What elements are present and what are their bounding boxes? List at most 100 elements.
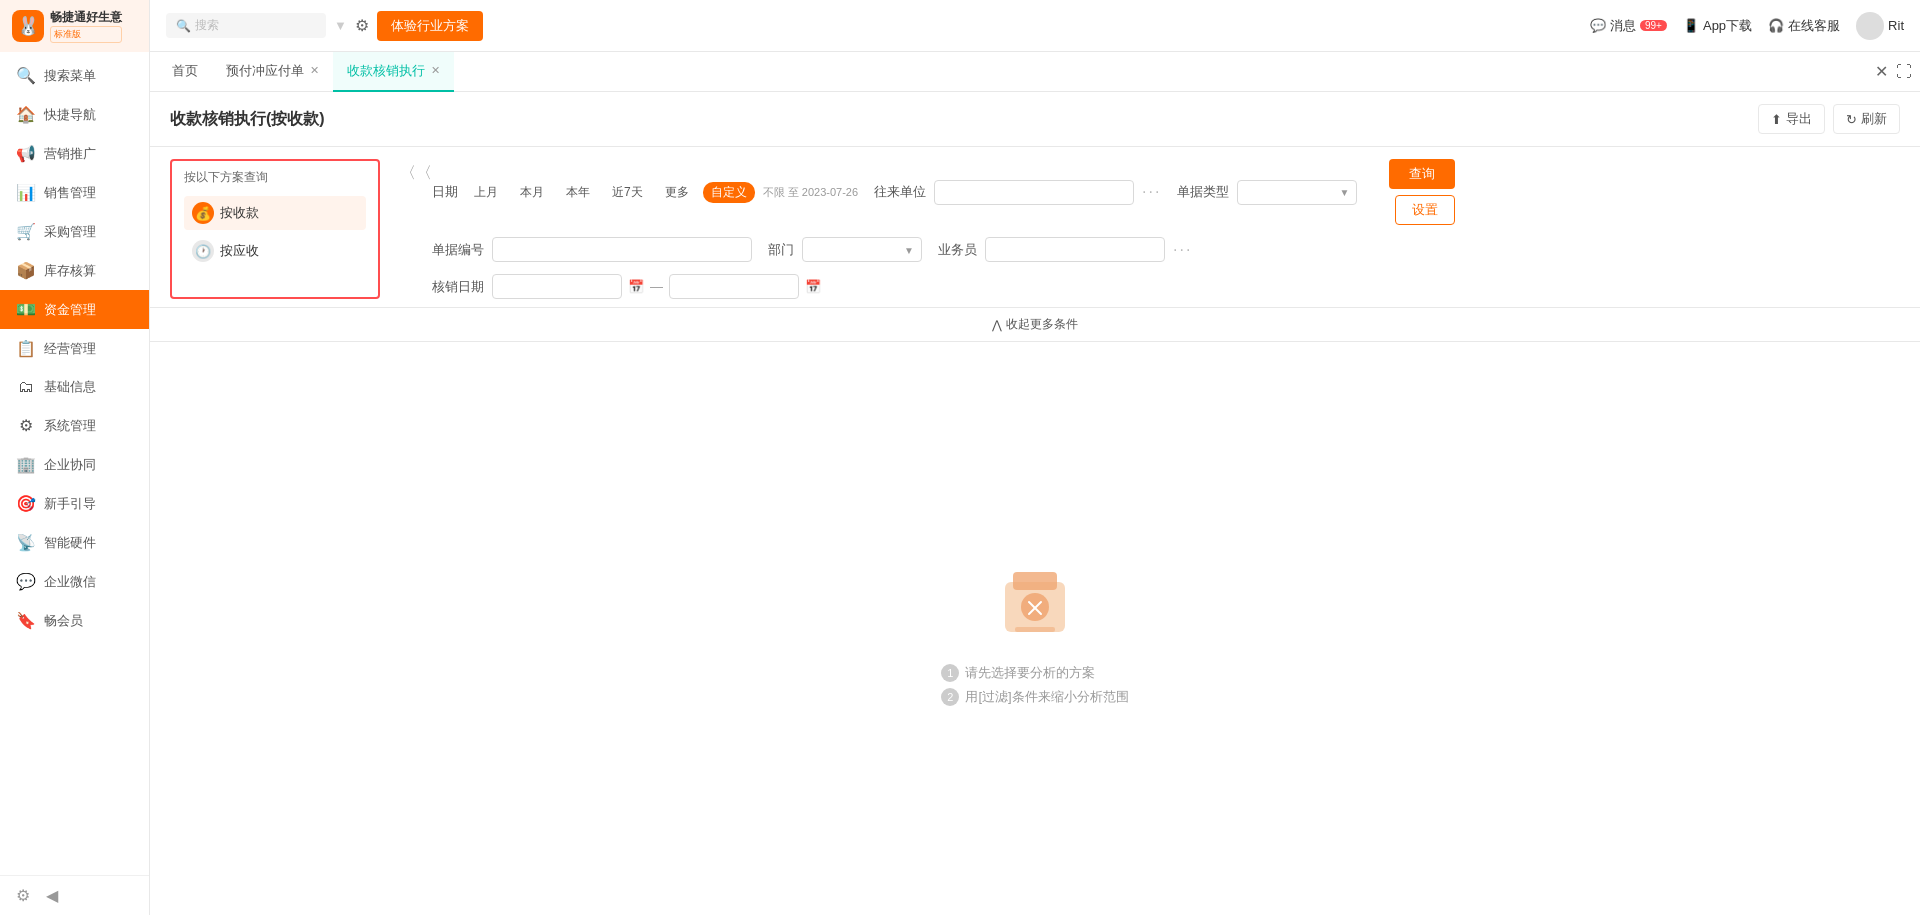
empty-tip-1: 1 请先选择要分析的方案: [941, 664, 1128, 682]
tip-num-1: 1: [941, 664, 959, 682]
sidebar-item-operation[interactable]: 📋 经营管理: [0, 329, 149, 368]
header-right: 💬 消息 99+ 📱 App下载 🎧 在线客服 Rit: [1590, 12, 1904, 40]
doctype-select-wrap: [1237, 180, 1357, 205]
tip-num-2: 2: [941, 688, 959, 706]
page-title: 收款核销执行(按收款): [170, 109, 325, 130]
receipt-option-icon: 💰: [192, 202, 214, 224]
close-tab-prepay-icon[interactable]: ✕: [310, 64, 319, 77]
sidebar-item-system[interactable]: ⚙ 系统管理: [0, 406, 149, 445]
logo-text: 畅捷通好生意 标准版: [50, 9, 122, 43]
header-divider-chevron: ▼: [334, 18, 347, 33]
money-icon: 💵: [16, 300, 36, 319]
sidebar-item-enterprise[interactable]: 🏢 企业协同: [0, 445, 149, 484]
doctype-select[interactable]: [1237, 180, 1357, 205]
message-item[interactable]: 💬 消息 99+: [1590, 17, 1667, 35]
date-last-month-btn[interactable]: 上月: [466, 181, 506, 204]
empty-tips: 1 请先选择要分析的方案 2 用[过滤]条件来缩小分析范围: [941, 664, 1128, 706]
calendar-end-icon[interactable]: 📅: [805, 279, 821, 294]
sidebar-bottom: ⚙ ◀: [0, 875, 149, 915]
filter-actions: 查询 设置: [1373, 159, 1455, 225]
partner-more-icon[interactable]: ···: [1142, 183, 1161, 201]
header-search-bar[interactable]: 🔍 搜索: [166, 13, 326, 38]
receivable-option-icon: 🕐: [192, 240, 214, 262]
sidebar-nav: 🔍 搜索菜单 🏠 快捷导航 📢 营销推广 📊 销售管理 🛒 采购管理 📦 库存核…: [0, 52, 149, 875]
settings-icon[interactable]: ⚙: [355, 16, 369, 35]
customer-service-item[interactable]: 🎧 在线客服: [1768, 17, 1840, 35]
staff-input[interactable]: [985, 237, 1165, 262]
close-window-icon[interactable]: ✕: [1875, 62, 1888, 81]
tab-receipt[interactable]: 收款核销执行 ✕: [333, 52, 454, 92]
settings-bottom-icon[interactable]: ⚙: [16, 886, 30, 905]
dept-select[interactable]: [802, 237, 922, 262]
cart-icon: 🛒: [16, 222, 36, 241]
sidebar-item-marketing[interactable]: 📢 营销推广: [0, 134, 149, 173]
filter-row-3: 核销日期 2023-03-01 📅 — 2023-07-21 📅: [432, 274, 1900, 299]
filter-doctype-field: 单据类型: [1177, 180, 1357, 205]
plan-button[interactable]: 体验行业方案: [377, 11, 483, 41]
collapse-more-conditions[interactable]: ⋀ 收起更多条件: [150, 308, 1920, 342]
staff-more-icon[interactable]: ···: [1173, 241, 1192, 259]
home-icon: 🏠: [16, 105, 36, 124]
date-7days-btn[interactable]: 近7天: [604, 181, 651, 204]
sidebar-item-wechat[interactable]: 💬 企业微信: [0, 562, 149, 601]
filter-option-by-receipt[interactable]: 💰 按收款: [184, 196, 366, 230]
sidebar-item-hardware[interactable]: 📡 智能硬件: [0, 523, 149, 562]
maximize-icon[interactable]: ⛶: [1896, 63, 1912, 81]
export-button[interactable]: ⬆ 导出: [1758, 104, 1825, 134]
sidebar-item-basic[interactable]: 🗂 基础信息: [0, 368, 149, 406]
filter-staff-field: 业务员 ···: [938, 237, 1192, 262]
date-more-btn[interactable]: 更多: [657, 181, 697, 204]
export-icon: ⬆: [1771, 112, 1782, 127]
query-button[interactable]: 查询: [1389, 159, 1455, 189]
settings-button[interactable]: 设置: [1395, 195, 1455, 225]
sidebar-item-finance[interactable]: 💵 资金管理: [0, 290, 149, 329]
sidebar-item-member[interactable]: 🔖 畅会员: [0, 601, 149, 640]
chat-icon: 💬: [16, 572, 36, 591]
collapse-filter-icon[interactable]: 〈〈: [400, 159, 432, 184]
date-custom-badge[interactable]: 自定义: [703, 182, 755, 203]
sidebar-logo: 🐰 畅捷通好生意 标准版: [0, 0, 149, 52]
calendar-start-icon[interactable]: 📅: [628, 279, 644, 294]
search-small-icon: 🔍: [176, 19, 191, 33]
member-icon: 🔖: [16, 611, 36, 630]
collapse-sidebar-icon[interactable]: ◀: [46, 886, 58, 905]
gear-icon: ⚙: [16, 416, 36, 435]
empty-illustration: [985, 552, 1085, 652]
date-this-year-btn[interactable]: 本年: [558, 181, 598, 204]
collapse-arrow-icon: ⋀: [992, 318, 1002, 332]
tab-bar-actions: ✕ ⛶: [1875, 62, 1912, 81]
sidebar-item-guide[interactable]: 🎯 新手引导: [0, 484, 149, 523]
mobile-icon: 📱: [1683, 18, 1699, 33]
close-tab-receipt-icon[interactable]: ✕: [431, 64, 440, 77]
filter-docno-field: 单据编号: [432, 237, 752, 262]
target-icon: 🎯: [16, 494, 36, 513]
user-info[interactable]: Rit: [1856, 12, 1904, 40]
sidebar-item-quick-nav[interactable]: 🏠 快捷导航: [0, 95, 149, 134]
sidebar-item-inventory[interactable]: 📦 库存核算: [0, 251, 149, 290]
app-download-item[interactable]: 📱 App下载: [1683, 17, 1752, 35]
refresh-button[interactable]: ↻ 刷新: [1833, 104, 1900, 134]
partner-input[interactable]: [934, 180, 1134, 205]
svg-rect-1: [1013, 572, 1057, 590]
tab-prepay[interactable]: 预付冲应付单 ✕: [212, 52, 333, 92]
headset-icon: 🎧: [1768, 18, 1784, 33]
empty-tip-2: 2 用[过滤]条件来缩小分析范围: [941, 688, 1128, 706]
writeoff-date-range: 2023-03-01 📅 — 2023-07-21 📅: [492, 274, 821, 299]
tab-home[interactable]: 首页: [158, 52, 212, 92]
sidebar-item-purchase[interactable]: 🛒 采购管理: [0, 212, 149, 251]
filter-partner-field: 往来单位 ···: [874, 180, 1161, 205]
clipboard-icon: 📋: [16, 339, 36, 358]
filter-fields: 日期 上月 本月 本年 近7天 更多 自定义 不限 至 2023-07-26: [432, 159, 1900, 299]
docno-input[interactable]: [492, 237, 752, 262]
writeoff-date-end-input[interactable]: 2023-07-21: [669, 274, 799, 299]
sidebar-item-sales[interactable]: 📊 销售管理: [0, 173, 149, 212]
filter-dept-field: 部门: [768, 237, 922, 262]
date-this-month-btn[interactable]: 本月: [512, 181, 552, 204]
chart-icon: 📊: [16, 183, 36, 202]
header-actions: ⬆ 导出 ↻ 刷新: [1758, 104, 1900, 134]
writeoff-date-start-input[interactable]: 2023-03-01: [492, 274, 622, 299]
filter-option-by-receivable[interactable]: 🕐 按应收: [184, 234, 366, 268]
date-group: 上月 本月 本年 近7天 更多 自定义: [466, 181, 755, 204]
sidebar-item-search[interactable]: 🔍 搜索菜单: [0, 56, 149, 95]
filter-row-1: 日期 上月 本月 本年 近7天 更多 自定义 不限 至 2023-07-26: [432, 159, 1900, 225]
